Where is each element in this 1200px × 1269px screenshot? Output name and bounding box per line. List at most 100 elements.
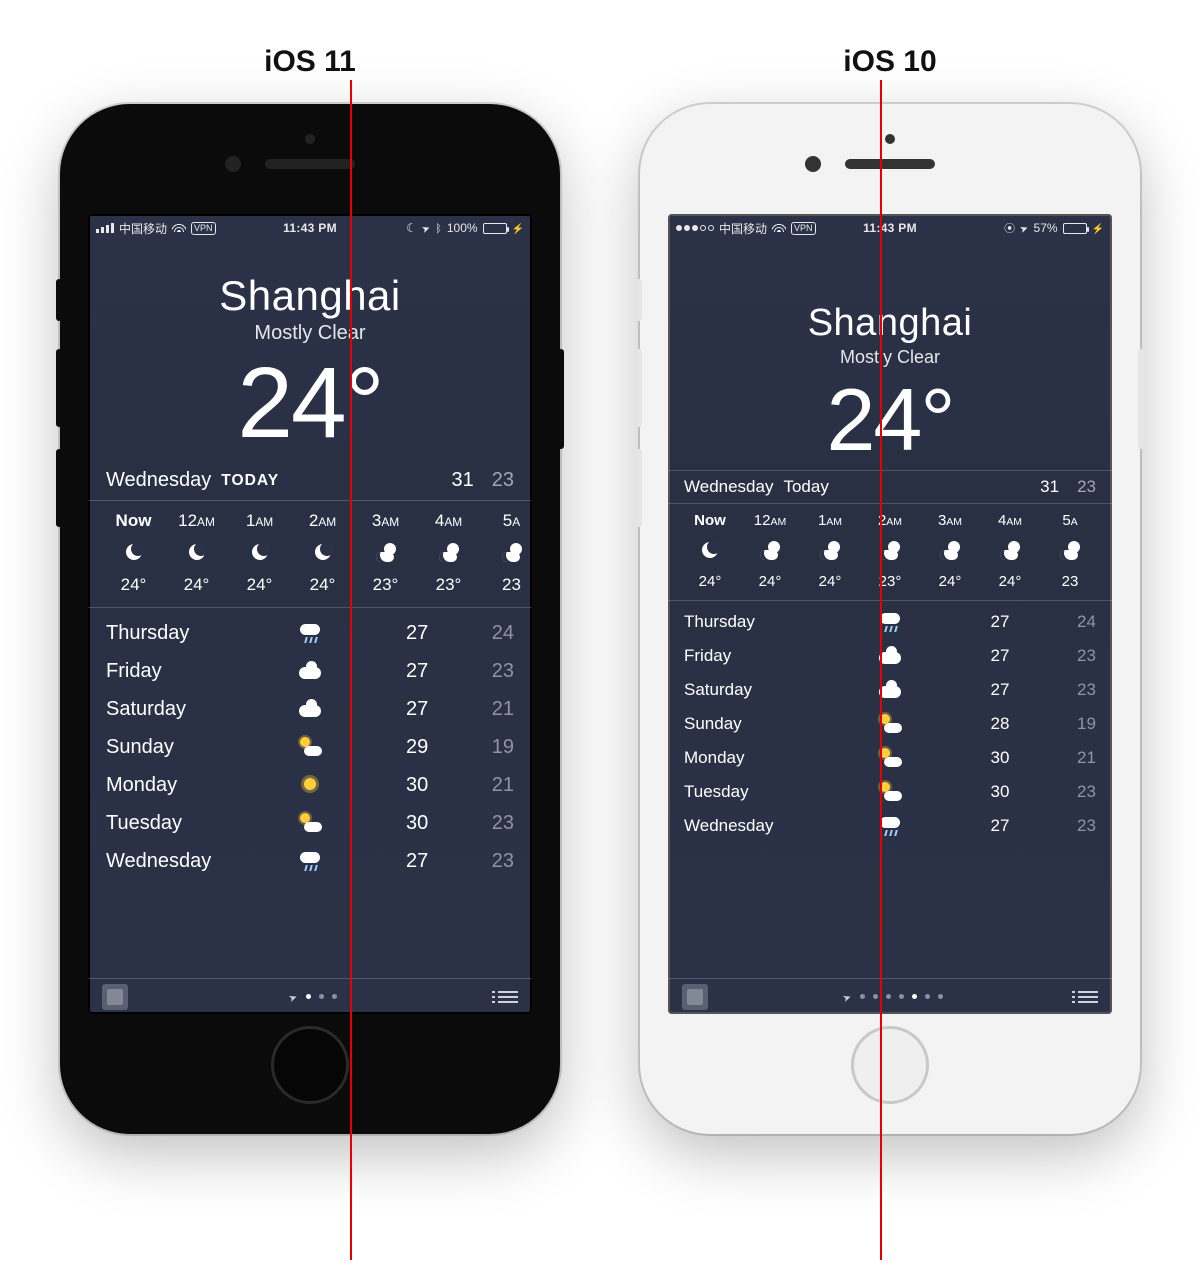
daily-forecast[interactable]: Thursday2724Friday2723Saturday2723Sunday… bbox=[668, 601, 1112, 978]
vpn-badge: VPN bbox=[191, 222, 216, 235]
cloud-moon-icon bbox=[437, 543, 461, 563]
current-temp: 24° bbox=[668, 376, 1112, 464]
daily-high: 28 bbox=[923, 714, 1010, 734]
page-indicator[interactable] bbox=[289, 988, 336, 1006]
daily-low: 19 bbox=[1009, 714, 1096, 734]
daily-high: 27 bbox=[343, 698, 429, 721]
page-dot bbox=[938, 994, 943, 999]
battery-icon bbox=[1063, 223, 1087, 234]
hourly-temp: 24° bbox=[680, 573, 740, 590]
today-low: 23 bbox=[1077, 477, 1096, 497]
daily-high: 30 bbox=[343, 774, 429, 797]
location-icon bbox=[422, 221, 430, 235]
hourly-temp: 24° bbox=[228, 575, 291, 595]
power-button bbox=[1138, 349, 1144, 449]
cloud-moon-icon bbox=[1058, 541, 1082, 561]
weather-channel-icon[interactable] bbox=[102, 984, 128, 1010]
daily-low: 19 bbox=[428, 736, 514, 759]
moon-icon bbox=[122, 543, 146, 563]
daily-low: 21 bbox=[428, 698, 514, 721]
daily-row: Tuesday3023 bbox=[684, 775, 1096, 809]
hourly-item: 1AM24° bbox=[800, 512, 860, 590]
battery-percent: 57% bbox=[1034, 221, 1058, 235]
daily-dayname: Sunday bbox=[106, 736, 277, 759]
rain-icon bbox=[298, 623, 322, 643]
hourly-item: 12AM24° bbox=[740, 512, 800, 590]
hourly-item: 4AM 24° bbox=[980, 512, 1040, 590]
daily-high: 27 bbox=[923, 646, 1010, 666]
page-dot bbox=[886, 994, 891, 999]
daily-forecast[interactable]: Thursday2724Friday2723Saturday2721Sunday… bbox=[88, 608, 532, 978]
hourly-item: 5A23 bbox=[1040, 512, 1100, 590]
hourly-temp: 23 bbox=[480, 575, 532, 595]
city-list-icon[interactable] bbox=[1078, 991, 1098, 1003]
title-ios10: iOS 10 bbox=[843, 45, 936, 79]
daily-dayname: Wednesday bbox=[684, 816, 857, 836]
hourly-temp: 24° bbox=[980, 573, 1040, 590]
daily-row: Friday2723 bbox=[684, 639, 1096, 673]
cloud-icon bbox=[298, 661, 322, 681]
rain-icon bbox=[298, 851, 322, 871]
hourly-temp: 23° bbox=[860, 573, 920, 590]
status-bar: 中国移动 VPN 11:43 PM 57% bbox=[668, 214, 1112, 242]
hourly-time: 1AM bbox=[228, 511, 291, 531]
daily-dayname: Saturday bbox=[106, 698, 277, 721]
page-dot bbox=[925, 994, 930, 999]
hourly-temp: 24° bbox=[800, 573, 860, 590]
daily-row: Thursday2724 bbox=[106, 614, 514, 652]
daily-high: 30 bbox=[343, 812, 429, 835]
city-list-icon[interactable] bbox=[498, 991, 518, 1003]
daily-high: 27 bbox=[923, 816, 1010, 836]
center-guide-left bbox=[350, 80, 352, 1260]
daily-high: 27 bbox=[343, 622, 429, 645]
bluetooth-icon bbox=[435, 221, 442, 235]
mute-switch bbox=[636, 279, 642, 321]
daily-low: 23 bbox=[428, 850, 514, 873]
hourly-temp: 23° bbox=[354, 575, 417, 595]
daily-row: Wednesday2723 bbox=[106, 842, 514, 880]
hourly-time: 4AM bbox=[417, 511, 480, 531]
weather-channel-icon[interactable] bbox=[682, 984, 708, 1010]
hourly-temp: 24° bbox=[920, 573, 980, 590]
page-dot bbox=[306, 994, 311, 999]
hourly-item: 4AM23° bbox=[417, 511, 480, 595]
cloud-moon-icon bbox=[500, 543, 524, 563]
volume-down bbox=[636, 449, 642, 527]
front-camera bbox=[805, 156, 821, 172]
earpiece bbox=[265, 159, 355, 169]
hourly-temp: 24° bbox=[102, 575, 165, 595]
weather-header: Shanghai Mostly Clear 24° bbox=[668, 242, 1112, 470]
hourly-time: 12AM bbox=[740, 512, 800, 529]
home-button[interactable] bbox=[271, 1026, 349, 1104]
phone-white: 中国移动 VPN 11:43 PM 57% Shanghai bbox=[640, 104, 1140, 1134]
daily-row: Wednesday 2723 bbox=[684, 809, 1096, 843]
power-button bbox=[558, 349, 564, 449]
cloud-moon-icon bbox=[374, 543, 398, 563]
hourly-item: 2AM23° bbox=[860, 512, 920, 590]
signal-dots-icon bbox=[676, 225, 714, 231]
moon-icon bbox=[698, 541, 722, 561]
daily-high: 30 bbox=[923, 782, 1010, 802]
charging-icon bbox=[512, 221, 524, 235]
today-label: TODAY bbox=[221, 472, 279, 490]
hourly-time: 4AM bbox=[980, 512, 1040, 529]
today-row: Wednesday TODAY 31 23 bbox=[88, 459, 532, 500]
hourly-item: 3AM23° bbox=[354, 511, 417, 595]
page-dot bbox=[860, 994, 865, 999]
hourly-item: 5A23 bbox=[480, 511, 532, 595]
daily-low: 23 bbox=[428, 660, 514, 683]
hourly-item: 2AM24° bbox=[291, 511, 354, 595]
home-button[interactable] bbox=[851, 1026, 929, 1104]
daily-low: 23 bbox=[1009, 816, 1096, 836]
daily-low: 24 bbox=[1009, 612, 1096, 632]
hourly-scroll[interactable]: Now24°12AM24°1AM24°2AM24°3AM23°4AM23°5A2… bbox=[88, 500, 532, 608]
sensor-dot bbox=[885, 134, 895, 144]
hourly-time: 12AM bbox=[165, 511, 228, 531]
daily-high: 27 bbox=[343, 850, 429, 873]
hourly-scroll[interactable]: Now24°12AM24°1AM24°2AM23°3AM24°4AM24°5A2… bbox=[668, 503, 1112, 601]
weather-footer bbox=[668, 978, 1112, 1014]
location-page-icon bbox=[289, 988, 297, 1006]
volume-up bbox=[636, 349, 642, 427]
daily-low: 23 bbox=[428, 812, 514, 835]
page-indicator[interactable] bbox=[843, 988, 942, 1006]
